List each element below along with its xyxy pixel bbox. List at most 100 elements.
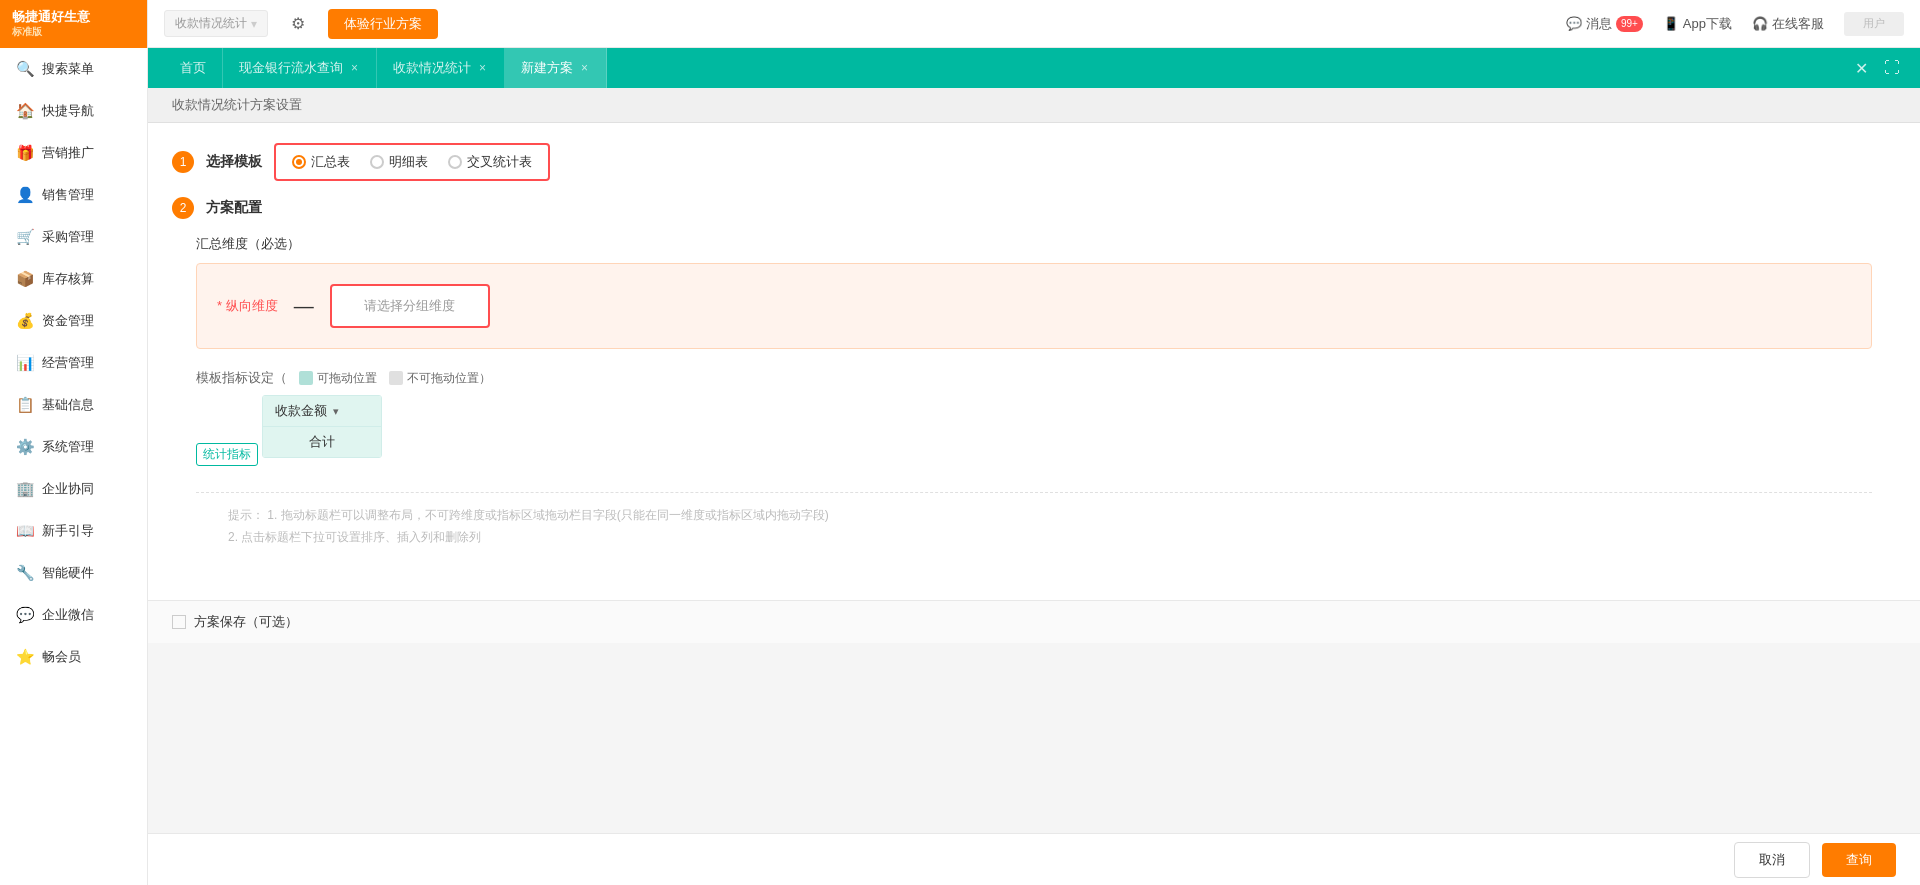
sidebar-logo: 畅捷通好生意 标准版 — [0, 0, 147, 48]
radio-cross-label: 交叉统计表 — [467, 153, 532, 171]
tip-line2: 2. 点击标题栏下拉可设置排序、插入列和删除列 — [196, 527, 1872, 549]
sidebar-item-label: 库存核算 — [42, 270, 94, 288]
legend-draggable-label: 可拖动位置 — [317, 370, 377, 387]
sales-icon: 👤 — [16, 186, 34, 204]
sidebar-item-marketing[interactable]: 🎁 营销推广 — [0, 132, 147, 174]
sidebar-item-label: 资金管理 — [42, 312, 94, 330]
app-download-btn[interactable]: 📱 App下载 — [1663, 15, 1732, 33]
tab-bar: 首页 现金银行流水查询 × 收款情况统计 × 新建方案 × ✕ ⛶ — [148, 48, 1920, 88]
radio-summary[interactable]: 汇总表 — [292, 153, 350, 171]
sidebar-item-sales[interactable]: 👤 销售管理 — [0, 174, 147, 216]
tab-home[interactable]: 首页 — [164, 48, 223, 88]
dimension-row: * 纵向维度 — 请选择分组维度 — [217, 284, 1851, 328]
industry-btn[interactable]: 体验行业方案 — [328, 9, 438, 39]
stats-column-label: 收款金额 — [275, 402, 327, 420]
cancel-button[interactable]: 取消 — [1734, 842, 1810, 878]
sidebar-item-search-menu[interactable]: 🔍 搜索菜单 — [0, 48, 147, 90]
sidebar-item-quick-nav[interactable]: 🏠 快捷导航 — [0, 90, 147, 132]
tab-new-plan-label: 新建方案 — [521, 59, 573, 77]
sidebar-item-label: 搜索菜单 — [42, 60, 94, 78]
radio-cross[interactable]: 交叉统计表 — [448, 153, 532, 171]
tab-collection-stats-close-icon[interactable]: × — [477, 61, 488, 75]
sidebar-logo-name: 畅捷通好生意 — [12, 9, 90, 25]
dimension-selector[interactable]: 请选择分组维度 — [330, 284, 490, 328]
content-inner: 收款情况统计方案设置 1 选择模板 汇总表 明细表 — [148, 88, 1920, 703]
save-checkbox[interactable] — [172, 615, 186, 629]
message-label: 消息 — [1586, 15, 1612, 33]
tab-bank-flow[interactable]: 现金银行流水查询 × — [223, 48, 377, 88]
tab-new-plan[interactable]: 新建方案 × — [505, 48, 607, 88]
quick-nav-icon: 🏠 — [16, 102, 34, 120]
stats-table-header[interactable]: 收款金额 ▾ — [263, 396, 381, 427]
indicators-section: 模板指标设定（ 可拖动位置 不可拖动位置） 统计指标 — [196, 369, 1872, 472]
message-btn[interactable]: 💬 消息 99+ — [1566, 15, 1643, 33]
sidebar-item-label: 畅会员 — [42, 648, 81, 666]
sidebar-item-member[interactable]: ⭐ 畅会员 — [0, 636, 147, 678]
indicators-header: 模板指标设定（ 可拖动位置 不可拖动位置） — [196, 369, 1872, 387]
tab-new-plan-close-icon[interactable]: × — [579, 61, 590, 75]
tips-section: 提示： 1. 拖动标题栏可以调整布局，不可跨维度或指标区域拖动栏目字段(只能在同… — [196, 492, 1872, 560]
header-right: 💬 消息 99+ 📱 App下载 🎧 在线客服 用户 — [1566, 12, 1904, 36]
breadcrumb: 收款情况统计 ▾ — [164, 10, 268, 37]
inventory-icon: 📦 — [16, 270, 34, 288]
user-avatar[interactable]: 用户 — [1844, 12, 1904, 36]
tab-collection-stats-label: 收款情况统计 — [393, 59, 471, 77]
sidebar-item-basic-info[interactable]: 📋 基础信息 — [0, 384, 147, 426]
stats-table-cell: 合计 — [263, 427, 381, 457]
marketing-icon: 🎁 — [16, 144, 34, 162]
sidebar-item-finance[interactable]: 💰 资金管理 — [0, 300, 147, 342]
sidebar-item-label: 基础信息 — [42, 396, 94, 414]
sidebar-item-wechat[interactable]: 💬 企业微信 — [0, 594, 147, 636]
settings-icon[interactable]: ⚙ — [284, 10, 312, 38]
online-service-btn[interactable]: 🎧 在线客服 — [1752, 15, 1824, 33]
sidebar-item-label: 销售管理 — [42, 186, 94, 204]
sidebar-item-guide[interactable]: 📖 新手引导 — [0, 510, 147, 552]
sidebar-item-inventory[interactable]: 📦 库存核算 — [0, 258, 147, 300]
sidebar-item-label: 经营管理 — [42, 354, 94, 372]
tab-bank-flow-close-icon[interactable]: × — [349, 61, 360, 75]
search-menu-icon: 🔍 — [16, 60, 34, 78]
stats-table: 收款金额 ▾ 合计 — [262, 395, 382, 458]
sidebar-item-label: 企业协同 — [42, 480, 94, 498]
operations-icon: 📊 — [16, 354, 34, 372]
radio-cross-dot — [448, 155, 462, 169]
sidebar-item-purchase[interactable]: 🛒 采购管理 — [0, 216, 147, 258]
tab-collection-stats[interactable]: 收款情况统计 × — [377, 48, 505, 88]
page-title: 收款情况统计方案设置 — [172, 97, 302, 112]
radio-summary-label: 汇总表 — [311, 153, 350, 171]
enterprise-icon: 🏢 — [16, 480, 34, 498]
basic-info-icon: 📋 — [16, 396, 34, 414]
maximize-icon[interactable]: ⛶ — [1880, 55, 1904, 82]
page-title-bar: 收款情况统计方案设置 — [148, 88, 1920, 123]
radio-detail[interactable]: 明细表 — [370, 153, 428, 171]
dimension-arrow-icon: — — [294, 295, 314, 318]
content-area: 收款情况统计方案设置 1 选择模板 汇总表 明细表 — [148, 88, 1920, 885]
sidebar-item-label: 快捷导航 — [42, 102, 94, 120]
legend-fixed-label: 不可拖动位置） — [407, 370, 491, 387]
query-button[interactable]: 查询 — [1822, 843, 1896, 877]
config-section: 汇总维度（必选） * 纵向维度 — 请选择分组维度 模板指标设定（ — [172, 235, 1896, 580]
sidebar-item-label: 企业微信 — [42, 606, 94, 624]
wechat-icon: 💬 — [16, 606, 34, 624]
message-badge: 99+ — [1616, 16, 1643, 32]
sidebar-item-hardware[interactable]: 🔧 智能硬件 — [0, 552, 147, 594]
guide-icon: 📖 — [16, 522, 34, 540]
step1-num: 1 — [172, 151, 194, 173]
system-icon: ⚙️ — [16, 438, 34, 456]
hardware-icon: 🔧 — [16, 564, 34, 582]
purchase-icon: 🛒 — [16, 228, 34, 246]
sidebar-item-operations[interactable]: 📊 经营管理 — [0, 342, 147, 384]
sidebar-item-label: 采购管理 — [42, 228, 94, 246]
indicators-title-text: 模板指标设定（ — [196, 369, 287, 387]
dimension-section-title: 汇总维度（必选） — [196, 235, 1872, 253]
message-icon: 💬 — [1566, 16, 1582, 31]
sidebar-item-label: 系统管理 — [42, 438, 94, 456]
radio-detail-dot — [370, 155, 384, 169]
tip-line1: 提示： 1. 拖动标题栏可以调整布局，不可跨维度或指标区域拖动栏目字段(只能在同… — [196, 505, 1872, 527]
sidebar-item-enterprise[interactable]: 🏢 企业协同 — [0, 468, 147, 510]
service-icon: 🎧 — [1752, 16, 1768, 31]
breadcrumb-text: 收款情况统计 — [175, 15, 247, 32]
sidebar-item-system[interactable]: ⚙️ 系统管理 — [0, 426, 147, 468]
template-selector: 汇总表 明细表 交叉统计表 — [274, 143, 550, 181]
close-window-icon[interactable]: ✕ — [1851, 55, 1872, 82]
